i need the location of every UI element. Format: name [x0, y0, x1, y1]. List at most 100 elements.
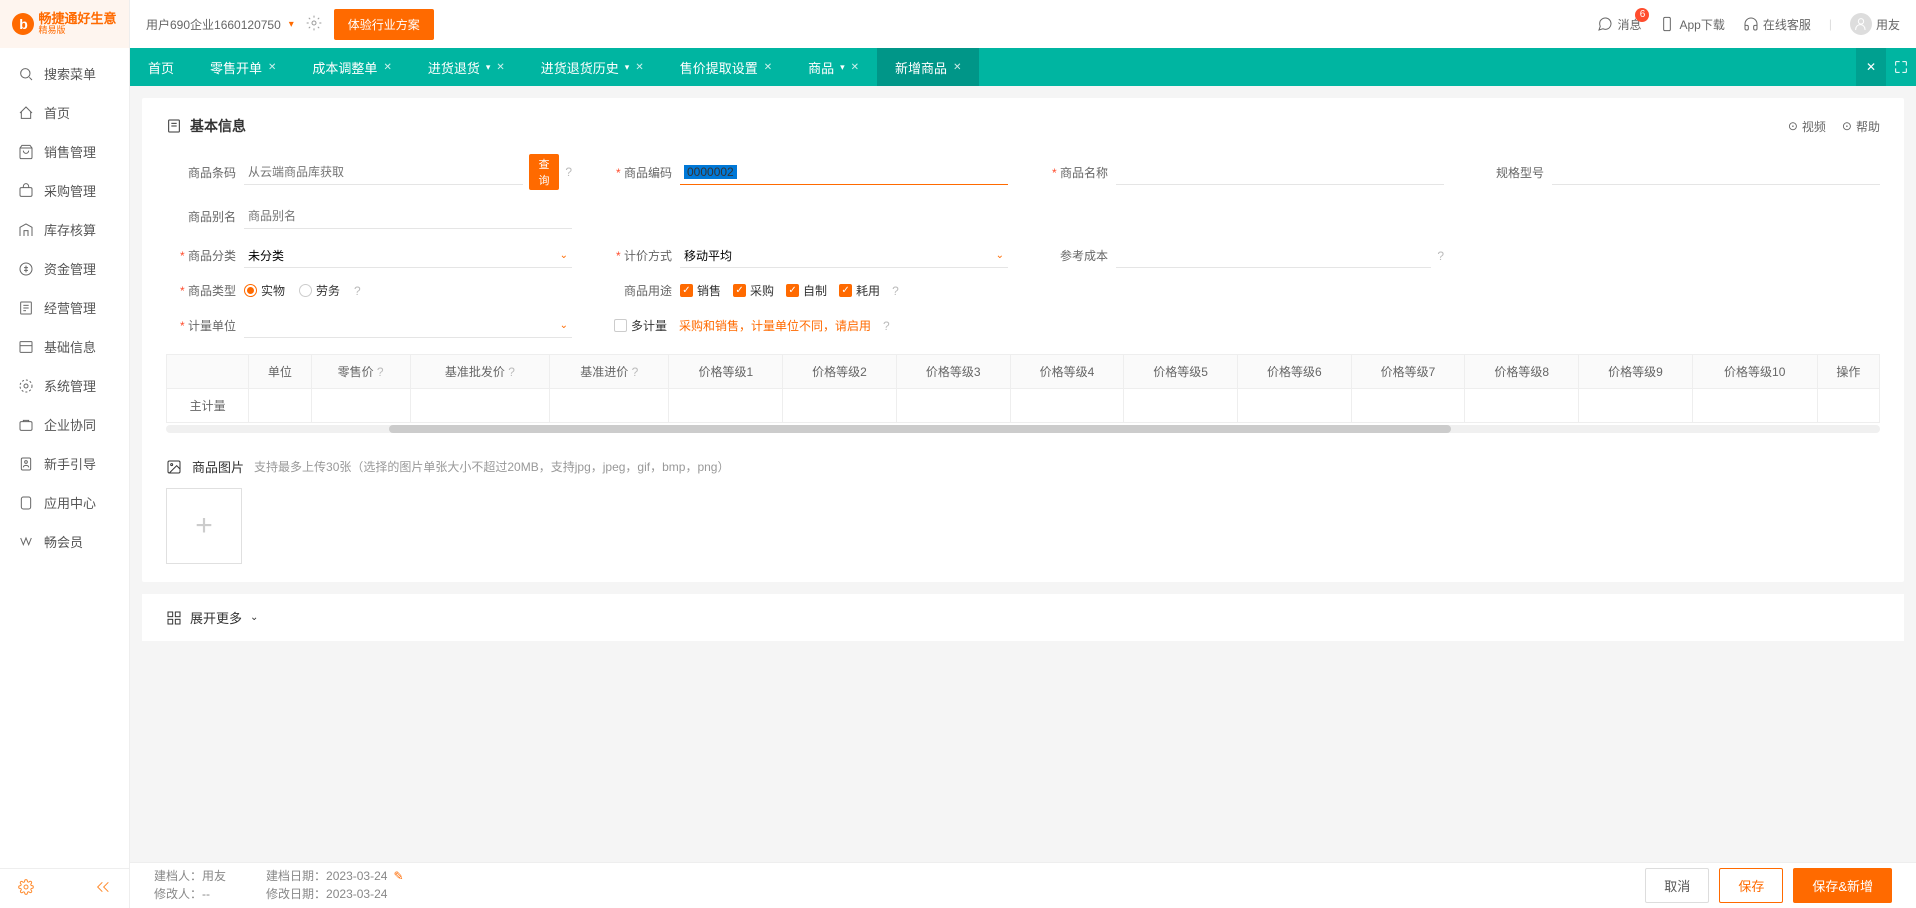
tab-close-icon[interactable]: ✕: [496, 62, 504, 73]
table-cell[interactable]: [1124, 389, 1238, 423]
table-cell[interactable]: [896, 389, 1010, 423]
expand-more-button[interactable]: 展开更多 ⌄: [142, 594, 1904, 641]
image-icon: [166, 459, 182, 475]
table-cell[interactable]: [1692, 389, 1817, 423]
table-cell[interactable]: [550, 389, 669, 423]
sidebar-item-ops[interactable]: 经营管理: [0, 288, 129, 327]
fullscreen-button[interactable]: [1886, 48, 1916, 86]
online-service-button[interactable]: 在线客服: [1743, 16, 1811, 33]
tab-close-icon[interactable]: ✕: [851, 62, 859, 73]
table-scrollbar[interactable]: [166, 425, 1880, 433]
tab-3[interactable]: 进货退货▾✕: [410, 48, 523, 86]
type-service-radio[interactable]: 劳务: [299, 282, 340, 299]
chevron-down-icon: ▾: [840, 62, 845, 73]
settings-icon[interactable]: [18, 879, 34, 898]
table-cell[interactable]: [311, 389, 410, 423]
multi-unit-checkbox[interactable]: 多计量: [614, 317, 667, 334]
sidebar-item-sales[interactable]: 销售管理: [0, 132, 129, 171]
help-button[interactable]: ⊙ 帮助: [1842, 118, 1880, 135]
sidebar-item-collab[interactable]: 企业协同: [0, 405, 129, 444]
sidebar-item-stock[interactable]: 库存核算: [0, 210, 129, 249]
help-icon[interactable]: ?: [354, 284, 361, 298]
tab-1[interactable]: 零售开单✕: [192, 48, 294, 86]
tab-4[interactable]: 进货退货历史▾✕: [523, 48, 662, 86]
usage-consume-checkbox[interactable]: 耗用: [839, 282, 880, 299]
tab-close-icon[interactable]: ✕: [764, 62, 772, 73]
barcode-query-button[interactable]: 查询: [529, 154, 560, 190]
gear-icon[interactable]: [306, 15, 322, 34]
video-help-button[interactable]: ⊙ 视频: [1788, 118, 1826, 135]
costing-select[interactable]: [680, 243, 1008, 268]
alias-input[interactable]: [244, 204, 572, 229]
tab-5[interactable]: 售价提取设置✕: [662, 48, 790, 86]
table-cell[interactable]: [1579, 389, 1693, 423]
cancel-button[interactable]: 取消: [1645, 868, 1709, 903]
tab-6[interactable]: 商品▾✕: [790, 48, 877, 86]
close-all-tabs-button[interactable]: ✕: [1856, 48, 1886, 86]
table-cell[interactable]: [1351, 389, 1465, 423]
save-and-new-button[interactable]: 保存&新增: [1793, 868, 1892, 903]
table-header: 价格等级3: [896, 355, 1010, 389]
tab-close-icon[interactable]: ✕: [953, 62, 961, 73]
table-cell[interactable]: [783, 389, 897, 423]
help-icon[interactable]: ?: [1437, 249, 1444, 263]
help-icon[interactable]: ?: [632, 365, 639, 379]
table-cell[interactable]: [249, 389, 311, 423]
usage-purchase-checkbox[interactable]: 采购: [733, 282, 774, 299]
sidebar-item-search[interactable]: 搜索菜单: [0, 54, 129, 93]
table-cell[interactable]: [1817, 389, 1879, 423]
sidebar-item-purchase[interactable]: 采购管理: [0, 171, 129, 210]
help-icon[interactable]: ?: [565, 165, 572, 179]
table-cell[interactable]: [669, 389, 783, 423]
name-label: 商品名称: [1038, 164, 1108, 181]
app-download-button[interactable]: App下载: [1659, 16, 1724, 33]
save-button[interactable]: 保存: [1719, 868, 1783, 903]
sidebar-item-system[interactable]: 系统管理: [0, 366, 129, 405]
tab-close-icon[interactable]: ✕: [383, 62, 391, 73]
spec-input[interactable]: [1552, 160, 1880, 185]
table-header: 价格等级5: [1124, 355, 1238, 389]
barcode-input[interactable]: [244, 160, 523, 185]
code-input[interactable]: 0000002: [680, 160, 1008, 185]
sidebar-item-guide[interactable]: 新手引导: [0, 444, 129, 483]
edit-date-icon[interactable]: ✎: [393, 869, 403, 883]
tab-close-icon[interactable]: ✕: [635, 62, 643, 73]
table-cell[interactable]: [1465, 389, 1579, 423]
table-cell[interactable]: [1237, 389, 1351, 423]
sidebar-item-vip[interactable]: 畅会员: [0, 522, 129, 561]
unit-select[interactable]: [244, 313, 572, 338]
topbar: 用户690企业1660120750 ▾ 体验行业方案 消息 6 App下载 在线: [130, 0, 1916, 48]
tenant-select[interactable]: 用户690企业1660120750 ▾: [146, 16, 294, 33]
username-label: 用友: [1876, 16, 1900, 33]
refcost-input[interactable]: [1116, 243, 1431, 268]
tab-0[interactable]: 首页: [130, 48, 192, 86]
trial-industry-button[interactable]: 体验行业方案: [334, 9, 434, 40]
tab-2[interactable]: 成本调整单✕: [294, 48, 409, 86]
headset-icon: [1743, 16, 1759, 32]
type-physical-radio[interactable]: 实物: [244, 282, 285, 299]
collapse-icon[interactable]: [95, 879, 111, 898]
tab-7[interactable]: 新增商品✕: [877, 48, 979, 86]
usage-sale-checkbox[interactable]: 销售: [680, 282, 721, 299]
category-select[interactable]: [244, 243, 572, 268]
sidebar-item-apps[interactable]: 应用中心: [0, 483, 129, 522]
sidebar-item-finance[interactable]: 资金管理: [0, 249, 129, 288]
table-cell[interactable]: [410, 389, 549, 423]
sidebar-item-home[interactable]: 首页: [0, 93, 129, 132]
sidebar-item-base[interactable]: 基础信息: [0, 327, 129, 366]
table-cell[interactable]: [1010, 389, 1124, 423]
name-input[interactable]: [1116, 160, 1444, 185]
help-icon[interactable]: ?: [508, 365, 515, 379]
messages-button[interactable]: 消息 6: [1597, 16, 1641, 33]
usage-self-checkbox[interactable]: 自制: [786, 282, 827, 299]
help-icon[interactable]: ?: [892, 284, 899, 298]
help-icon[interactable]: ?: [377, 365, 384, 379]
user-menu[interactable]: 用友: [1850, 13, 1900, 35]
table-header: 价格等级10: [1692, 355, 1817, 389]
images-title: 商品图片: [192, 457, 244, 476]
help-icon[interactable]: ?: [883, 319, 890, 333]
upload-image-button[interactable]: +: [166, 488, 242, 564]
tab-close-icon[interactable]: ✕: [268, 62, 276, 73]
footer: 建档人：用友 修改人：-- 建档日期：2023-03-24✎ 修改日期：2023…: [130, 862, 1916, 908]
table-header: 价格等级1: [669, 355, 783, 389]
